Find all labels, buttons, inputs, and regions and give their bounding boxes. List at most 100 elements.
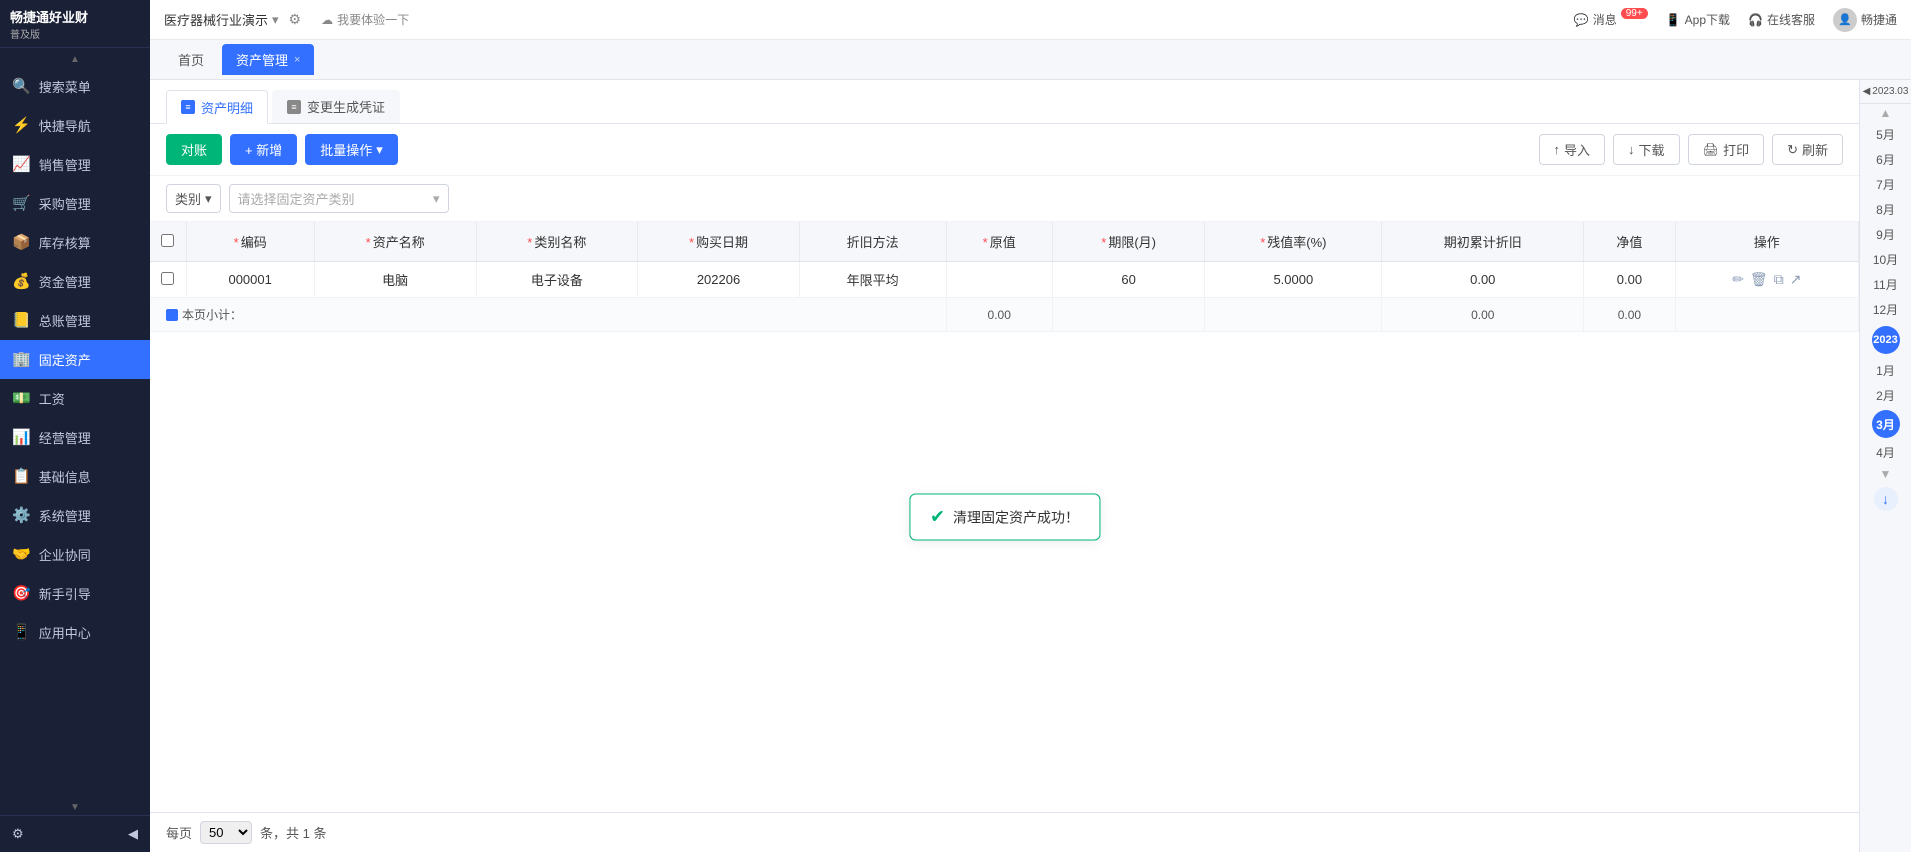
user-area[interactable]: 👤 畅捷通 <box>1833 8 1897 32</box>
row-actions: ✏ 🗑 ⧉ ↗ <box>1675 262 1858 298</box>
header-period: *期限(月) <box>1052 222 1204 262</box>
copy-icon[interactable]: ⧉ <box>1774 271 1784 288</box>
category-label: 类别 <box>175 189 201 208</box>
sidebar-scroll-down[interactable]: ▼ <box>0 796 150 815</box>
online-service-label: 在线客服 <box>1767 11 1815 28</box>
content-main: ≡ 资产明细 ≡ 变更生成凭证 对账 + 新增 批量操作 ▾ ↑ <box>150 80 1859 852</box>
subtotal-empty2 <box>1205 298 1382 332</box>
month-5[interactable]: 5月 <box>1860 122 1911 147</box>
tab-home[interactable]: 首页 <box>164 44 218 75</box>
operations-icon: 📊 <box>12 428 31 446</box>
settings-gear-icon[interactable]: ⚙ <box>289 11 302 28</box>
new-button[interactable]: + 新增 <box>230 134 297 165</box>
avatar-icon: 👤 <box>1838 13 1852 26</box>
sidebar-scroll-up[interactable]: ▲ <box>0 48 150 67</box>
calendar-down-btn[interactable]: ↓ <box>1874 487 1898 511</box>
app-download-label: App下载 <box>1685 11 1730 28</box>
print-button[interactable]: 🖨 打印 <box>1688 134 1765 165</box>
month-4[interactable]: 4月 <box>1860 440 1911 465</box>
tab-asset-management[interactable]: 资产管理 × <box>222 44 314 75</box>
reconcile-button[interactable]: 对账 <box>166 134 222 165</box>
tab-close-icon[interactable]: × <box>294 54 300 66</box>
header-actions: 操作 <box>1675 222 1858 262</box>
header-checkbox-cell <box>150 222 186 262</box>
row-purchase-date: 202206 <box>638 262 800 298</box>
sidebar-item-payroll[interactable]: 💵 工资 <box>0 379 150 418</box>
month-11[interactable]: 11月 <box>1860 272 1911 297</box>
message-btn[interactable]: 💬 消息 99+ <box>1574 11 1648 28</box>
app-download-icon: 📱 <box>1666 13 1681 27</box>
row-checkbox[interactable] <box>161 272 174 285</box>
sidebar-item-fixed-assets[interactable]: 🏢 固定资产 <box>0 340 150 379</box>
experience-btn[interactable]: ☁ 我要体验一下 <box>321 11 409 28</box>
sidebar-item-label: 资金管理 <box>39 272 91 291</box>
import-button[interactable]: ↑ 导入 <box>1539 134 1606 165</box>
asset-detail-label: 资产明细 <box>201 98 253 117</box>
sidebar-item-funds[interactable]: 💰 资金管理 <box>0 262 150 301</box>
row-accumulated: 0.00 <box>1382 262 1584 298</box>
sub-tab-voucher[interactable]: ≡ 变更生成凭证 <box>272 90 400 123</box>
month-9[interactable]: 9月 <box>1860 222 1911 247</box>
sidebar-item-search[interactable]: 🔍 搜索菜单 <box>0 67 150 106</box>
calendar-scroll[interactable]: ▲ 5月 6月 7月 8月 9月 10月 11月 12月 2023 1月 2月 … <box>1860 104 1911 852</box>
import-label: 导入 <box>1564 140 1590 159</box>
sidebar-item-guide[interactable]: 🎯 新手引导 <box>0 574 150 613</box>
refresh-button[interactable]: ↻ 刷新 <box>1772 134 1843 165</box>
quick-nav-icon: ⚡ <box>12 116 31 134</box>
sub-tab-asset-detail[interactable]: ≡ 资产明细 <box>166 90 268 124</box>
download-button[interactable]: ↓ 下载 <box>1613 134 1680 165</box>
sidebar-item-label: 库存核算 <box>39 233 91 252</box>
month-8[interactable]: 8月 <box>1860 197 1911 222</box>
calendar-toggle-icon[interactable]: ◀ <box>1863 86 1871 97</box>
purchase-icon: 🛒 <box>12 194 31 212</box>
sidebar-item-enterprise[interactable]: 🤝 企业协同 <box>0 535 150 574</box>
page-size-select[interactable]: 50 100 200 <box>200 821 252 844</box>
more-icon[interactable]: ↗ <box>1790 271 1802 288</box>
settings-icon[interactable]: ⚙ <box>12 826 24 842</box>
month-10[interactable]: 10月 <box>1860 247 1911 272</box>
category-detail-select[interactable]: 请选择固定资产类别 ▾ <box>229 184 449 213</box>
sidebar-item-system[interactable]: ⚙️ 系统管理 <box>0 496 150 535</box>
batch-ops-button[interactable]: 批量操作 ▾ <box>305 134 398 165</box>
month-7[interactable]: 7月 <box>1860 172 1911 197</box>
sidebar-item-general-ledger[interactable]: 📒 总账管理 <box>0 301 150 340</box>
app-title: 畅捷通好业财 <box>10 10 140 26</box>
system-icon: ⚙️ <box>12 506 31 524</box>
chevron-down-icon[interactable]: ▾ <box>272 12 279 28</box>
refresh-icon: ↻ <box>1787 142 1798 158</box>
active-month-badge[interactable]: 3月 <box>1872 410 1900 438</box>
sidebar-item-sales[interactable]: 📈 销售管理 <box>0 145 150 184</box>
toolbar-right: ↑ 导入 ↓ 下载 🖨 打印 ↻ 刷新 <box>1539 134 1843 165</box>
sidebar-item-app-center[interactable]: 📱 应用中心 <box>0 613 150 652</box>
sidebar-item-inventory[interactable]: 📦 库存核算 <box>0 223 150 262</box>
sidebar-item-basic-info[interactable]: 📋 基础信息 <box>0 457 150 496</box>
year-badge[interactable]: 2023 <box>1872 326 1900 354</box>
cloud-icon: ☁ <box>321 13 333 27</box>
print-label: 打印 <box>1723 140 1749 159</box>
sidebar-item-label: 总账管理 <box>39 311 91 330</box>
delete-icon[interactable]: 🗑 <box>1750 271 1768 288</box>
sidebar-item-purchase[interactable]: 🛒 采购管理 <box>0 184 150 223</box>
month-12[interactable]: 12月 <box>1860 297 1911 322</box>
calendar-scroll-up[interactable]: ▲ <box>1860 104 1911 122</box>
payroll-icon: 💵 <box>12 389 31 407</box>
collapse-icon[interactable]: ◀ <box>128 826 138 842</box>
online-service-btn[interactable]: 🎧 在线客服 <box>1748 11 1815 28</box>
sidebar-item-operations[interactable]: 📊 经营管理 <box>0 418 150 457</box>
guide-icon: 🎯 <box>12 584 31 602</box>
sidebar-logo: 畅捷通好业财 普及版 <box>0 0 150 48</box>
sidebar-item-label: 采购管理 <box>39 194 91 213</box>
calendar-scroll-down[interactable]: ▼ <box>1860 465 1911 483</box>
app-download-btn[interactable]: 📱 App下载 <box>1666 11 1730 28</box>
edit-icon[interactable]: ✏ <box>1732 271 1744 288</box>
month-6[interactable]: 6月 <box>1860 147 1911 172</box>
category-select[interactable]: 类别 ▾ <box>166 184 221 213</box>
download-label: 下载 <box>1639 140 1665 159</box>
select-all-checkbox[interactable] <box>161 234 174 247</box>
sidebar-item-quick-nav[interactable]: ⚡ 快捷导航 <box>0 106 150 145</box>
month-1[interactable]: 1月 <box>1860 358 1911 383</box>
check-icon: ✔ <box>930 507 945 528</box>
print-icon: 🖨 <box>1703 142 1720 158</box>
month-2[interactable]: 2月 <box>1860 383 1911 408</box>
success-toast: ✔ 清理固定资产成功！ <box>909 494 1100 541</box>
